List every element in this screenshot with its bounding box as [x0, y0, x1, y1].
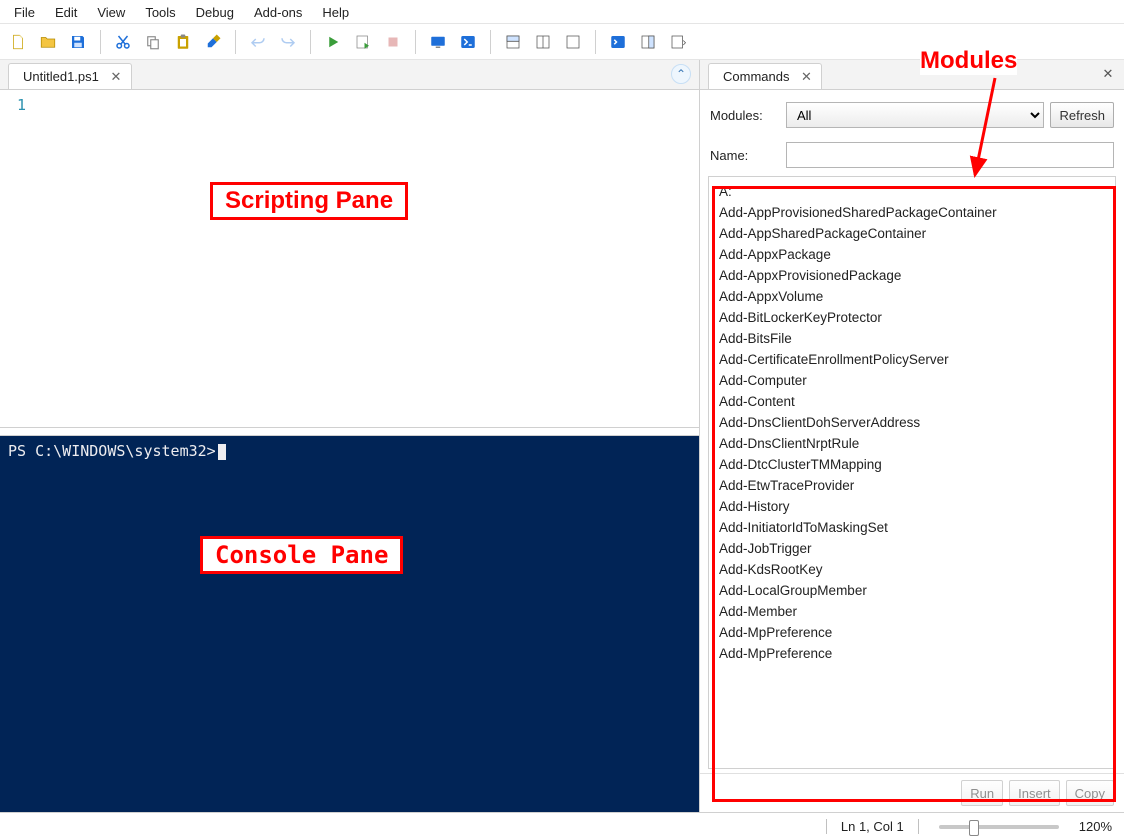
expand-script-pane-icon[interactable]: ⌃ — [671, 64, 691, 84]
script-tabstrip: Untitled1.ps1 ✕ ⌃ — [0, 60, 699, 90]
script-editor[interactable]: 1 Scripting Pane — [0, 90, 699, 427]
run-selection-icon[interactable] — [349, 28, 377, 56]
cut-icon[interactable] — [109, 28, 137, 56]
run-button[interactable]: Run — [961, 780, 1003, 806]
powershell-icon[interactable] — [454, 28, 482, 56]
open-file-icon[interactable] — [34, 28, 62, 56]
console-prompt: PS C:\WINDOWS\system32> — [8, 442, 216, 460]
save-icon[interactable] — [64, 28, 92, 56]
console-pane[interactable]: PS C:\WINDOWS\system32> Console Pane — [0, 436, 699, 812]
close-addon-pane-icon[interactable]: ✕ — [1100, 66, 1116, 82]
annotation-scripting-pane: Scripting Pane — [210, 182, 408, 220]
show-script-right-icon[interactable] — [529, 28, 557, 56]
command-list-item[interactable]: Add-BitLockerKeyProtector — [711, 307, 1113, 328]
command-list-item[interactable]: Add-DtcClusterTMMapping — [711, 454, 1113, 475]
zoom-level: 120% — [1079, 819, 1112, 834]
copy-icon[interactable] — [139, 28, 167, 56]
refresh-button[interactable]: Refresh — [1050, 102, 1114, 128]
zoom-slider[interactable] — [939, 825, 1059, 829]
menu-addons[interactable]: Add-ons — [244, 3, 312, 22]
remote-icon[interactable] — [424, 28, 452, 56]
status-bar: Ln 1, Col 1 120% — [0, 812, 1124, 840]
line-gutter: 1 — [0, 90, 36, 427]
command-list-item[interactable]: A: — [711, 181, 1113, 202]
command-list-item[interactable]: Add-AppxPackage — [711, 244, 1113, 265]
command-list-item[interactable]: Add-AppSharedPackageContainer — [711, 223, 1113, 244]
menu-edit[interactable]: Edit — [45, 3, 87, 22]
command-list-item[interactable]: Add-Member — [711, 601, 1113, 622]
menu-view[interactable]: View — [87, 3, 135, 22]
command-list-item[interactable]: Add-AppProvisionedSharedPackageContainer — [711, 202, 1113, 223]
command-list-item[interactable]: Add-MpPreference — [711, 643, 1113, 664]
command-list-item[interactable]: Add-History — [711, 496, 1113, 517]
cursor-position: Ln 1, Col 1 — [826, 819, 919, 834]
close-commands-tab-icon[interactable]: ✕ — [799, 70, 813, 84]
name-filter-input[interactable] — [786, 142, 1114, 168]
paste-icon[interactable] — [169, 28, 197, 56]
command-list-item[interactable]: Add-LocalGroupMember — [711, 580, 1113, 601]
command-list-item[interactable]: Add-DnsClientNrptRule — [711, 433, 1113, 454]
addon-options-icon[interactable] — [664, 28, 692, 56]
redo-icon[interactable] — [274, 28, 302, 56]
command-list-item[interactable]: Add-EtwTraceProvider — [711, 475, 1113, 496]
command-list-item[interactable]: Add-Computer — [711, 370, 1113, 391]
menu-debug[interactable]: Debug — [186, 3, 244, 22]
menu-tools[interactable]: Tools — [135, 3, 185, 22]
copy-button[interactable]: Copy — [1066, 780, 1114, 806]
new-file-icon[interactable] — [4, 28, 32, 56]
menu-file[interactable]: File — [4, 3, 45, 22]
annotation-console-pane: Console Pane — [200, 536, 403, 574]
command-list-item[interactable]: Add-AppxVolume — [711, 286, 1113, 307]
command-list-item[interactable]: Add-InitiatorIdToMaskingSet — [711, 517, 1113, 538]
script-tab[interactable]: Untitled1.ps1 ✕ — [8, 63, 132, 89]
commands-tab[interactable]: Commands ✕ — [708, 63, 822, 89]
show-script-top-icon[interactable] — [499, 28, 527, 56]
run-icon[interactable] — [319, 28, 347, 56]
close-tab-icon[interactable]: ✕ — [109, 70, 123, 84]
insert-button[interactable]: Insert — [1009, 780, 1060, 806]
command-list[interactable]: A:Add-AppProvisionedSharedPackageContain… — [709, 177, 1115, 768]
show-command-icon[interactable] — [604, 28, 632, 56]
name-label: Name: — [710, 148, 780, 163]
commands-addon-pane: Commands ✕ ✕ Modules: All Refresh Name: … — [700, 60, 1124, 812]
show-addon-icon[interactable] — [634, 28, 662, 56]
command-list-item[interactable]: Add-MpPreference — [711, 622, 1113, 643]
modules-label: Modules: — [710, 108, 780, 123]
command-list-item[interactable]: Add-CertificateEnrollmentPolicyServer — [711, 349, 1113, 370]
command-list-item[interactable]: Add-BitsFile — [711, 328, 1113, 349]
command-list-item[interactable]: Add-Content — [711, 391, 1113, 412]
annotation-modules: Modules — [920, 47, 1017, 75]
commands-tab-label: Commands — [723, 69, 789, 84]
clear-icon[interactable] — [199, 28, 227, 56]
menu-bar: File Edit View Tools Debug Add-ons Help — [0, 0, 1124, 24]
stop-icon[interactable] — [379, 28, 407, 56]
command-list-item[interactable]: Add-DnsClientDohServerAddress — [711, 412, 1113, 433]
menu-help[interactable]: Help — [312, 3, 359, 22]
command-list-item[interactable]: Add-JobTrigger — [711, 538, 1113, 559]
command-list-item[interactable]: Add-KdsRootKey — [711, 559, 1113, 580]
script-tab-label: Untitled1.ps1 — [23, 69, 99, 84]
undo-icon[interactable] — [244, 28, 272, 56]
command-list-item[interactable]: Add-AppxProvisionedPackage — [711, 265, 1113, 286]
modules-dropdown[interactable]: All — [786, 102, 1044, 128]
show-script-max-icon[interactable] — [559, 28, 587, 56]
